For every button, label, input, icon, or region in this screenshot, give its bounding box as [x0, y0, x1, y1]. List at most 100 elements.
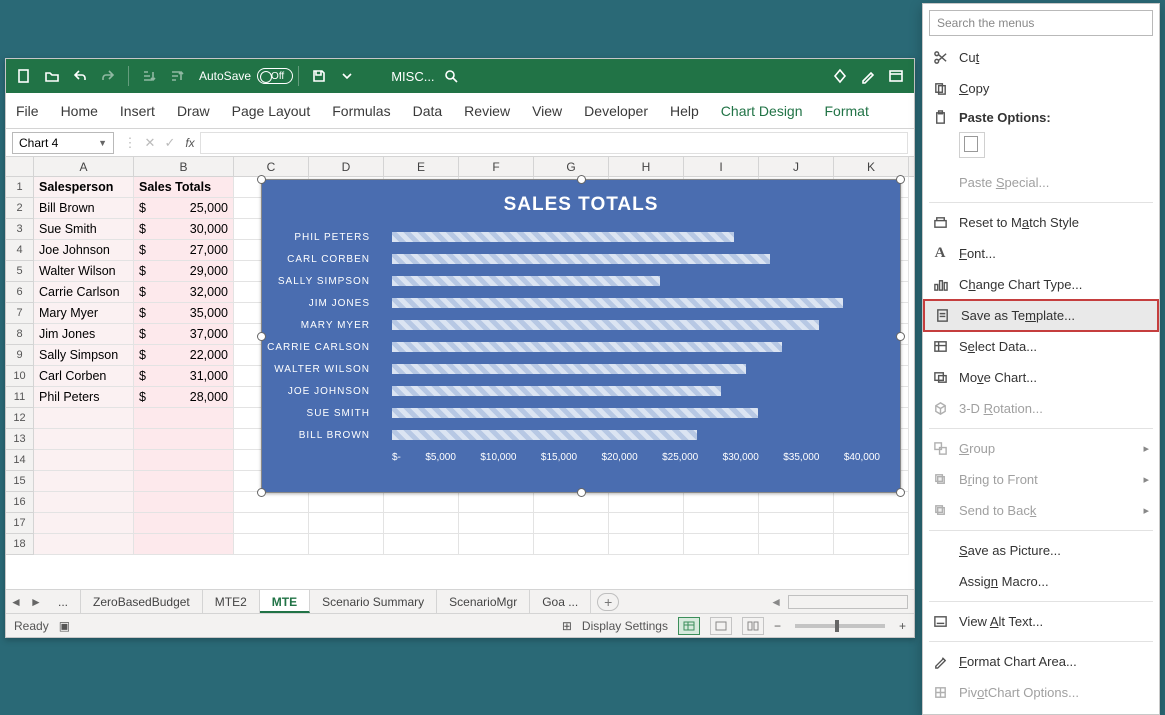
chart-bar-row[interactable]: CARRIE CARLSON: [392, 336, 880, 358]
cell[interactable]: [459, 513, 534, 534]
cell[interactable]: [834, 513, 909, 534]
cell[interactable]: [459, 492, 534, 513]
cell[interactable]: [684, 492, 759, 513]
menu-reset-match-style[interactable]: Reset to Match Style: [923, 207, 1159, 238]
sort-asc-icon[interactable]: [137, 64, 161, 88]
chart-bar-row[interactable]: JOE JOHNSON: [392, 380, 880, 402]
sheet-tab[interactable]: ScenarioMgr: [437, 590, 530, 613]
cell[interactable]: [384, 513, 459, 534]
zoom-out-icon[interactable]: −: [774, 619, 781, 633]
resize-handle[interactable]: [257, 488, 266, 497]
cell[interactable]: [684, 534, 759, 555]
sheet-tab[interactable]: ZeroBasedBudget: [81, 590, 203, 613]
chart-bar-row[interactable]: BILL BROWN: [392, 424, 880, 446]
sheet-tab-ellipsis[interactable]: ...: [46, 590, 81, 613]
chart-bar[interactable]: [392, 342, 782, 352]
save-icon[interactable]: [307, 64, 331, 88]
resize-handle[interactable]: [896, 175, 905, 184]
cell[interactable]: $35,000: [134, 303, 234, 324]
column-header[interactable]: A: [34, 157, 134, 176]
menu-move-chart[interactable]: Move Chart...: [923, 362, 1159, 393]
cell[interactable]: Sales Totals: [134, 177, 234, 198]
undo-icon[interactable]: [68, 64, 92, 88]
cell[interactable]: [34, 492, 134, 513]
cell[interactable]: $31,000: [134, 366, 234, 387]
cell[interactable]: [34, 513, 134, 534]
formula-more-icon[interactable]: ⋮: [120, 135, 140, 151]
cell[interactable]: [134, 492, 234, 513]
ribbon-tab-data[interactable]: Data: [413, 103, 443, 119]
chart-bar[interactable]: [392, 232, 734, 242]
column-header[interactable]: E: [384, 157, 459, 176]
scroll-left-icon[interactable]: ◄: [770, 595, 782, 609]
open-folder-icon[interactable]: [40, 64, 64, 88]
resize-handle[interactable]: [577, 488, 586, 497]
cell[interactable]: [34, 471, 134, 492]
chart-bar-row[interactable]: MARY MYER: [392, 314, 880, 336]
row-header[interactable]: 15: [6, 471, 34, 492]
chart-bar-row[interactable]: PHIL PETERS: [392, 226, 880, 248]
sheet-tab[interactable]: Goa ...: [530, 590, 591, 613]
cell[interactable]: Salesperson: [34, 177, 134, 198]
column-header[interactable]: G: [534, 157, 609, 176]
column-header[interactable]: I: [684, 157, 759, 176]
cell[interactable]: [234, 492, 309, 513]
redo-icon[interactable]: [96, 64, 120, 88]
row-header[interactable]: 13: [6, 429, 34, 450]
column-header[interactable]: C: [234, 157, 309, 176]
cell[interactable]: [134, 513, 234, 534]
ribbon-tab-insert[interactable]: Insert: [120, 103, 155, 119]
row-header[interactable]: 1: [6, 177, 34, 198]
cell[interactable]: $27,000: [134, 240, 234, 261]
cell[interactable]: [34, 408, 134, 429]
chart-plot-area[interactable]: PHIL PETERSCARL CORBENSALLY SIMPSONJIM J…: [262, 226, 900, 446]
row-header[interactable]: 10: [6, 366, 34, 387]
chart-bar[interactable]: [392, 320, 819, 330]
ribbon-tab-format[interactable]: Format: [825, 103, 869, 119]
menu-select-data[interactable]: Select Data...: [923, 331, 1159, 362]
cell[interactable]: $32,000: [134, 282, 234, 303]
select-all-corner[interactable]: [6, 157, 34, 176]
zoom-slider[interactable]: [795, 624, 885, 628]
display-settings-icon[interactable]: ⊞: [562, 619, 572, 633]
sheet-tab[interactable]: MTE: [260, 590, 310, 613]
cell[interactable]: $29,000: [134, 261, 234, 282]
column-header[interactable]: B: [134, 157, 234, 176]
cell[interactable]: [534, 513, 609, 534]
cell[interactable]: Joe Johnson: [34, 240, 134, 261]
cell[interactable]: [234, 534, 309, 555]
ribbon-tab-review[interactable]: Review: [464, 103, 510, 119]
chart-bar[interactable]: [392, 364, 746, 374]
cell[interactable]: $28,000: [134, 387, 234, 408]
cell[interactable]: [684, 513, 759, 534]
window-icon[interactable]: [884, 64, 908, 88]
resize-handle[interactable]: [896, 488, 905, 497]
chart-title[interactable]: SALES TOTALS: [262, 180, 900, 226]
row-header[interactable]: 11: [6, 387, 34, 408]
diamond-icon[interactable]: [828, 64, 852, 88]
view-page-layout-icon[interactable]: [710, 617, 732, 635]
macro-record-icon[interactable]: ▣: [59, 619, 70, 633]
column-header[interactable]: K: [834, 157, 909, 176]
menu-view-alt-text[interactable]: View Alt Text...: [923, 606, 1159, 637]
pencil-icon[interactable]: [856, 64, 880, 88]
search-icon[interactable]: [439, 64, 463, 88]
view-normal-icon[interactable]: [678, 617, 700, 635]
cell[interactable]: $22,000: [134, 345, 234, 366]
cell[interactable]: Mary Myer: [34, 303, 134, 324]
cell[interactable]: [134, 429, 234, 450]
ribbon-tab-formulas[interactable]: Formulas: [332, 103, 390, 119]
sheet-nav-prev-icon[interactable]: ◄: [6, 595, 26, 609]
name-box[interactable]: Chart 4 ▼: [12, 132, 114, 154]
menu-assign-macro[interactable]: Assign Macro...: [923, 566, 1159, 597]
cell[interactable]: Jim Jones: [34, 324, 134, 345]
menu-format-chart-area[interactable]: Format Chart Area...: [923, 646, 1159, 677]
sort-desc-icon[interactable]: [165, 64, 189, 88]
fx-icon[interactable]: fx: [180, 136, 200, 150]
row-header[interactable]: 8: [6, 324, 34, 345]
cell[interactable]: [134, 534, 234, 555]
chart-bar[interactable]: [392, 298, 843, 308]
cell[interactable]: [234, 513, 309, 534]
cell[interactable]: [34, 534, 134, 555]
view-page-break-icon[interactable]: [742, 617, 764, 635]
